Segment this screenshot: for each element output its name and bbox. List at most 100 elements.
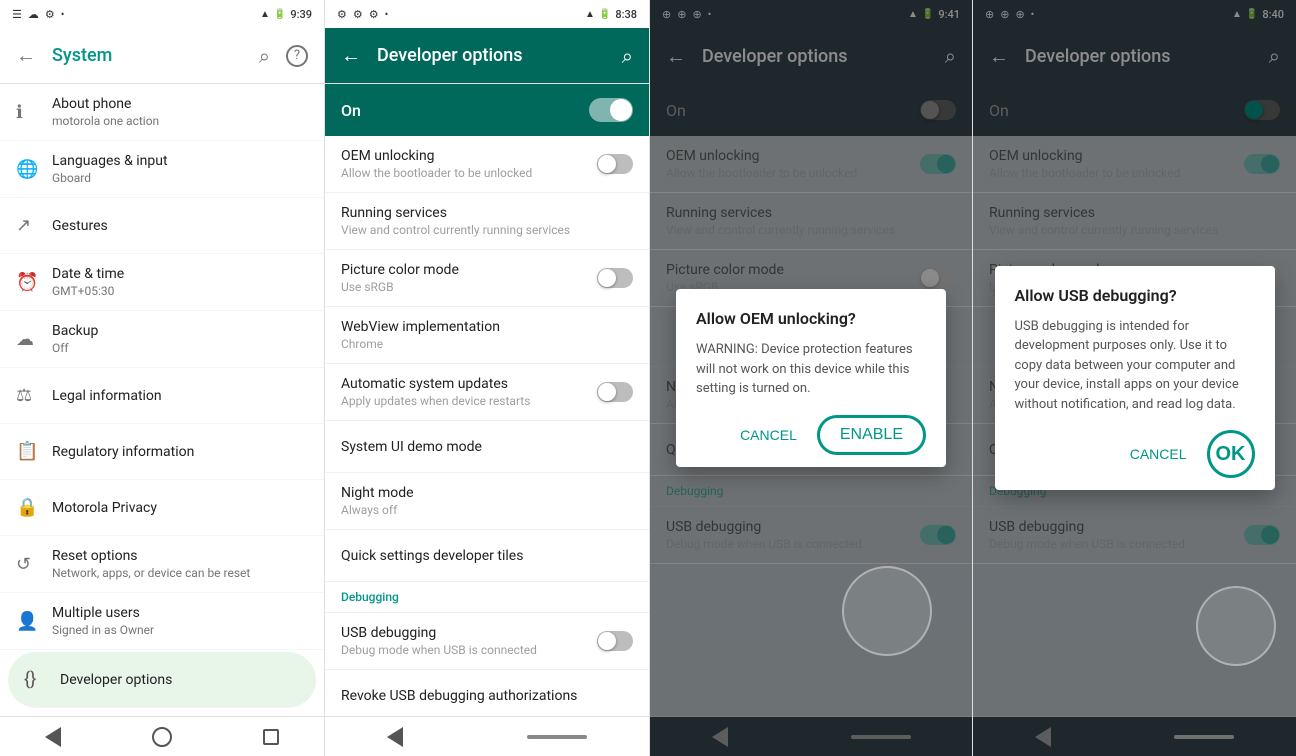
dev-item-quicksettings-content-p2: Quick settings developer tiles — [341, 548, 523, 564]
toggle-autoupdate-p2[interactable] — [597, 382, 633, 402]
settings-item-gestures[interactable]: ↗ Gestures — [0, 198, 324, 254]
legal-title: Legal information — [52, 388, 308, 404]
gear-icon-p2c: ⚙ — [369, 8, 379, 21]
dev-item-autoupdate-p2[interactable]: Automatic system updates Apply updates w… — [325, 364, 649, 421]
languages-content: Languages & input Gboard — [52, 153, 308, 185]
oem-dialog-overlay: Allow OEM unlocking? WARNING: Device pro… — [650, 0, 972, 756]
reset-icon: ↺ — [16, 554, 52, 575]
dev-item-color-p2[interactable]: Picture color mode Use sRGB — [325, 250, 649, 307]
nav-back-p1[interactable] — [45, 727, 61, 747]
users-subtitle: Signed in as Owner — [52, 623, 308, 637]
dev-item-running-content-p2: Running services View and control curren… — [341, 205, 570, 237]
backup-title: Backup — [52, 323, 308, 339]
dev-item-revoke-content-p2: Revoke USB debugging authorizations — [341, 688, 577, 704]
battery-icon-p2: 🔋 — [599, 9, 611, 20]
dev-item-webview-p2[interactable]: WebView implementation Chrome — [325, 307, 649, 364]
toggle-autoupdate-thumb-p2 — [598, 383, 616, 401]
reset-title: Reset options — [52, 548, 308, 564]
dev-item-oem-subtitle-p2: Allow the bootloader to be unlocked — [341, 166, 532, 180]
nav-pill-p2 — [527, 735, 587, 739]
nav-back-p2[interactable] — [387, 727, 403, 747]
search-icon-p2[interactable]: ⌕ — [622, 44, 633, 68]
panel-system: ☰ ☁ ⚙ • ▲ 🔋 9:39 ← System ⌕ ? ℹ About ph… — [0, 0, 325, 756]
settings-item-about[interactable]: ℹ About phone motorola one action — [0, 84, 324, 141]
dot-icon-p1: • — [61, 8, 65, 21]
dev-item-usb-title-p2: USB debugging — [341, 625, 537, 641]
dev-item-night-p2[interactable]: Night mode Always off — [325, 473, 649, 530]
reset-subtitle: Network, apps, or device can be reset — [52, 566, 308, 580]
dev-item-usb-p2[interactable]: USB debugging Debug mode when USB is con… — [325, 613, 649, 670]
languages-subtitle: Gboard — [52, 171, 308, 185]
datetime-content: Date & time GMT+05:30 — [52, 266, 308, 298]
cloud-icon-p1: ☁ — [28, 8, 39, 21]
about-title: About phone — [52, 96, 308, 112]
dev-item-running-title-p2: Running services — [341, 205, 570, 221]
regulatory-title: Regulatory information — [52, 444, 308, 460]
oem-enable-button[interactable]: Enable — [817, 415, 926, 455]
search-icon-p1[interactable]: ⌕ — [259, 44, 270, 68]
dev-item-autoupdate-subtitle-p2: Apply updates when device restarts — [341, 394, 530, 408]
gear-icon-p2a: ⚙ — [337, 8, 347, 21]
dev-item-revoke-p2[interactable]: Revoke USB debugging authorizations — [325, 670, 649, 716]
settings-item-privacy[interactable]: 🔒 Motorola Privacy — [0, 480, 324, 536]
back-icon-p2[interactable]: ← — [341, 43, 361, 68]
app-bar-p1: ← System ⌕ ? — [0, 28, 324, 84]
help-icon-p1[interactable]: ? — [286, 45, 308, 67]
panel-oem-dialog: ⊕ ⊕ ⊕ • ▲ 🔋 9:41 ← Developer options ⌕ O… — [650, 0, 973, 756]
battery-icon-p1: 🔋 — [274, 9, 286, 20]
settings-item-languages[interactable]: 🌐 Languages & input Gboard — [0, 141, 324, 198]
nav-bar-p2 — [325, 716, 649, 756]
toggle-color-p2[interactable] — [597, 268, 633, 288]
settings-item-developer[interactable]: {} Developer options — [8, 652, 316, 708]
settings-item-datetime[interactable]: ⏰ Date & time GMT+05:30 — [0, 254, 324, 311]
dev-item-running-p2[interactable]: Running services View and control curren… — [325, 193, 649, 250]
status-icons-left-p2: ⚙ ⚙ ⚙ • — [337, 8, 388, 21]
ok-circle-indicator — [1196, 586, 1276, 666]
backup-content: Backup Off — [52, 323, 308, 355]
usb-cancel-button[interactable]: Cancel — [1118, 430, 1199, 478]
gestures-content: Gestures — [52, 218, 308, 234]
wifi-icon-p2: ▲ — [585, 9, 595, 20]
toggle-oem-thumb-p2 — [598, 155, 616, 173]
oem-dialog-title: Allow OEM unlocking? — [696, 309, 926, 328]
dev-item-demo-p2[interactable]: System UI demo mode — [325, 421, 649, 473]
back-icon-p1[interactable]: ← — [16, 43, 36, 68]
oem-dialog-actions: Cancel Enable — [696, 415, 926, 455]
dev-item-oem-p2[interactable]: OEM unlocking Allow the bootloader to be… — [325, 136, 649, 193]
usb-ok-button[interactable]: OK — [1207, 430, 1255, 478]
settings-item-backup[interactable]: ☁ Backup Off — [0, 311, 324, 368]
dev-on-thumb-p2 — [610, 99, 632, 121]
nav-home-p1[interactable] — [152, 727, 172, 747]
nav-bar-p1 — [0, 716, 324, 756]
panel-developer: ⚙ ⚙ ⚙ • ▲ 🔋 8:38 ← Developer options ⌕ O… — [325, 0, 650, 756]
about-icon: ℹ — [16, 102, 52, 123]
dot-icon-p2: • — [385, 8, 389, 21]
usb-dialog-body: USB debugging is intended for developmen… — [1015, 317, 1255, 415]
nav-recent-p1[interactable] — [263, 729, 279, 745]
reset-content: Reset options Network, apps, or device c… — [52, 548, 308, 580]
app-bar-title-p1: System — [52, 45, 243, 66]
backup-icon: ☁ — [16, 329, 52, 350]
dev-item-webview-content-p2: WebView implementation Chrome — [341, 319, 500, 351]
gestures-icon: ↗ — [16, 215, 52, 236]
settings-list-p1: ℹ About phone motorola one action 🌐 Lang… — [0, 84, 324, 716]
toggle-usb-p2[interactable] — [597, 631, 633, 651]
dev-item-quicksettings-p2[interactable]: Quick settings developer tiles — [325, 530, 649, 582]
time-p1: 9:39 — [290, 8, 312, 21]
settings-item-regulatory[interactable]: 📋 Regulatory information — [0, 424, 324, 480]
time-p2: 8:38 — [615, 8, 637, 21]
dev-item-color-title-p2: Picture color mode — [341, 262, 459, 278]
dev-item-demo-content-p2: System UI demo mode — [341, 439, 482, 455]
privacy-title: Motorola Privacy — [52, 500, 308, 516]
status-bar-p1: ☰ ☁ ⚙ • ▲ 🔋 9:39 — [0, 0, 324, 28]
dev-item-demo-title-p2: System UI demo mode — [341, 439, 482, 455]
settings-item-users[interactable]: 👤 Multiple users Signed in as Owner — [0, 593, 324, 650]
toggle-oem-p2[interactable] — [597, 154, 633, 174]
developer-icon: {} — [24, 669, 60, 690]
privacy-icon: 🔒 — [16, 497, 52, 518]
settings-item-reset[interactable]: ↺ Reset options Network, apps, or device… — [0, 536, 324, 593]
legal-content: Legal information — [52, 388, 308, 404]
settings-item-legal[interactable]: ⚖ Legal information — [0, 368, 324, 424]
oem-cancel-button[interactable]: Cancel — [728, 415, 809, 455]
dev-on-toggle-p2[interactable] — [589, 98, 633, 122]
